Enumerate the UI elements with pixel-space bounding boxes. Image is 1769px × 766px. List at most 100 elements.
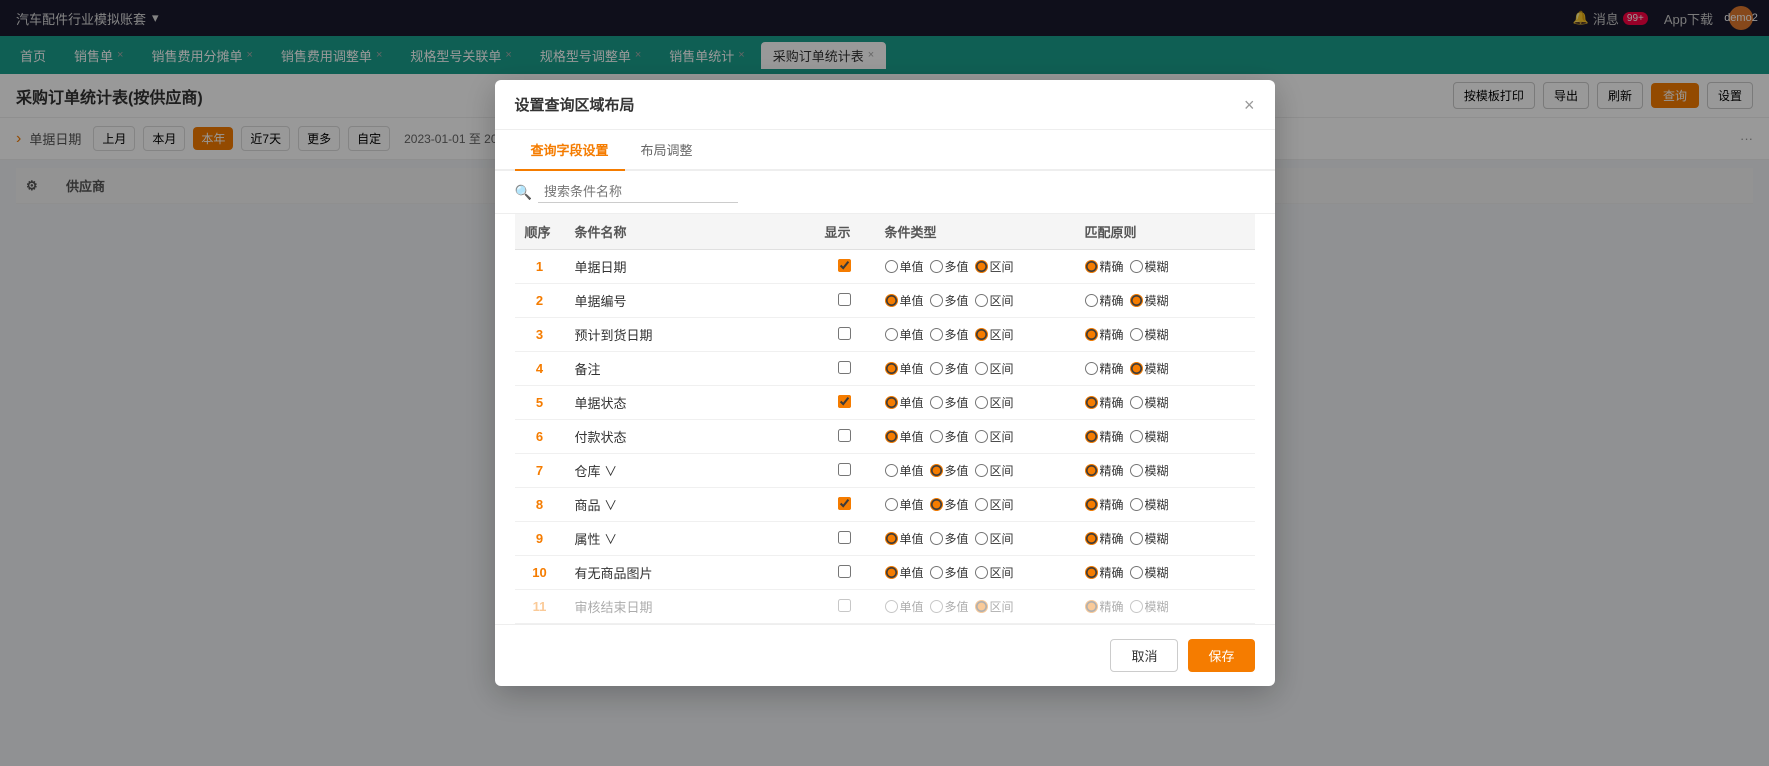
table-row: 3预计到货日期单值多值区间精确模糊	[515, 318, 1255, 352]
type-option[interactable]: 单值	[885, 326, 924, 343]
match-option[interactable]: 精确	[1085, 496, 1124, 513]
dialog-close-button[interactable]: ×	[1244, 96, 1255, 114]
type-option[interactable]: 区间	[975, 598, 1014, 615]
match-option[interactable]: 模糊	[1130, 360, 1169, 377]
match-option[interactable]: 精确	[1085, 564, 1124, 581]
type-option[interactable]: 多值	[930, 530, 969, 547]
match-option[interactable]: 模糊	[1130, 292, 1169, 309]
type-option[interactable]: 多值	[930, 462, 969, 479]
type-option[interactable]: 单值	[885, 394, 924, 411]
match-option[interactable]: 模糊	[1130, 394, 1169, 411]
type-option[interactable]: 单值	[885, 598, 924, 615]
type-option[interactable]: 单值	[885, 462, 924, 479]
table-row: 7仓库 ∨单值多值区间精确模糊	[515, 454, 1255, 488]
type-option[interactable]: 单值	[885, 496, 924, 513]
match-option[interactable]: 精确	[1085, 428, 1124, 445]
row-order: 7	[515, 454, 565, 488]
row-display[interactable]	[815, 488, 875, 522]
type-option[interactable]: 区间	[975, 462, 1014, 479]
row-display[interactable]	[815, 522, 875, 556]
type-option[interactable]: 多值	[930, 564, 969, 581]
modal-overlay: 设置查询区域布局 × 查询字段设置 布局调整 🔍	[0, 0, 1769, 766]
display-checkbox[interactable]	[838, 259, 851, 272]
search-input[interactable]	[538, 181, 738, 203]
display-checkbox[interactable]	[838, 497, 851, 510]
display-checkbox[interactable]	[838, 293, 851, 306]
match-option[interactable]: 精确	[1085, 394, 1124, 411]
row-type: 单值多值区间	[875, 250, 1075, 284]
type-option[interactable]: 多值	[930, 428, 969, 445]
row-order: 4	[515, 352, 565, 386]
row-display[interactable]	[815, 590, 875, 624]
dialog-tab-layout[interactable]: 布局调整	[625, 130, 709, 171]
type-option[interactable]: 多值	[930, 394, 969, 411]
type-option[interactable]: 区间	[975, 360, 1014, 377]
match-option[interactable]: 精确	[1085, 462, 1124, 479]
table-row: 8商品 ∨单值多值区间精确模糊	[515, 488, 1255, 522]
settings-table: 顺序 条件名称 显示 条件类型 匹配原则 1单据日期单值多值区间精确模糊2单据编…	[495, 214, 1275, 624]
save-button[interactable]: 保存	[1188, 639, 1254, 672]
match-option[interactable]: 模糊	[1130, 326, 1169, 343]
type-option[interactable]: 多值	[930, 292, 969, 309]
row-display[interactable]	[815, 454, 875, 488]
row-match: 精确模糊	[1075, 488, 1255, 522]
type-option[interactable]: 区间	[975, 292, 1014, 309]
row-display[interactable]	[815, 386, 875, 420]
row-display[interactable]	[815, 420, 875, 454]
match-option[interactable]: 模糊	[1130, 428, 1169, 445]
row-display[interactable]	[815, 556, 875, 590]
type-option[interactable]: 区间	[975, 530, 1014, 547]
th-display: 显示	[815, 214, 875, 250]
match-option[interactable]: 模糊	[1130, 598, 1169, 615]
match-option[interactable]: 模糊	[1130, 496, 1169, 513]
display-checkbox[interactable]	[838, 531, 851, 544]
type-option[interactable]: 多值	[930, 496, 969, 513]
type-option[interactable]: 多值	[930, 360, 969, 377]
row-name: 单据编号	[565, 284, 815, 318]
row-display[interactable]	[815, 250, 875, 284]
match-option[interactable]: 精确	[1085, 360, 1124, 377]
type-option[interactable]: 单值	[885, 258, 924, 275]
row-display[interactable]	[815, 284, 875, 318]
type-option[interactable]: 单值	[885, 428, 924, 445]
match-option[interactable]: 精确	[1085, 292, 1124, 309]
type-option[interactable]: 区间	[975, 564, 1014, 581]
type-option[interactable]: 单值	[885, 564, 924, 581]
match-option[interactable]: 模糊	[1130, 530, 1169, 547]
match-option[interactable]: 模糊	[1130, 462, 1169, 479]
type-option[interactable]: 区间	[975, 496, 1014, 513]
row-match: 精确模糊	[1075, 352, 1255, 386]
type-option[interactable]: 区间	[975, 258, 1014, 275]
type-option[interactable]: 区间	[975, 428, 1014, 445]
type-option[interactable]: 多值	[930, 326, 969, 343]
type-option[interactable]: 单值	[885, 360, 924, 377]
row-display[interactable]	[815, 352, 875, 386]
display-checkbox[interactable]	[838, 463, 851, 476]
match-option[interactable]: 模糊	[1130, 564, 1169, 581]
display-checkbox[interactable]	[838, 565, 851, 578]
display-checkbox[interactable]	[838, 327, 851, 340]
display-checkbox[interactable]	[838, 599, 851, 612]
type-option[interactable]: 单值	[885, 530, 924, 547]
match-option[interactable]: 模糊	[1130, 258, 1169, 275]
dialog-footer: 取消 保存	[495, 624, 1275, 686]
match-option[interactable]: 精确	[1085, 598, 1124, 615]
match-option[interactable]: 精确	[1085, 326, 1124, 343]
row-display[interactable]	[815, 318, 875, 352]
type-option[interactable]: 区间	[975, 394, 1014, 411]
display-checkbox[interactable]	[838, 429, 851, 442]
type-option[interactable]: 单值	[885, 292, 924, 309]
dialog-body: 查询字段设置 布局调整 🔍 顺序 条件名称 显示	[495, 130, 1275, 624]
type-option[interactable]: 多值	[930, 258, 969, 275]
row-match: 精确模糊	[1075, 522, 1255, 556]
match-option[interactable]: 精确	[1085, 530, 1124, 547]
match-option[interactable]: 精确	[1085, 258, 1124, 275]
display-checkbox[interactable]	[838, 395, 851, 408]
table-row: 1单据日期单值多值区间精确模糊	[515, 250, 1255, 284]
type-option[interactable]: 区间	[975, 326, 1014, 343]
display-checkbox[interactable]	[838, 361, 851, 374]
dialog-tab-query[interactable]: 查询字段设置	[515, 130, 625, 171]
th-name: 条件名称	[565, 214, 815, 250]
cancel-button[interactable]: 取消	[1110, 639, 1178, 672]
type-option[interactable]: 多值	[930, 598, 969, 615]
